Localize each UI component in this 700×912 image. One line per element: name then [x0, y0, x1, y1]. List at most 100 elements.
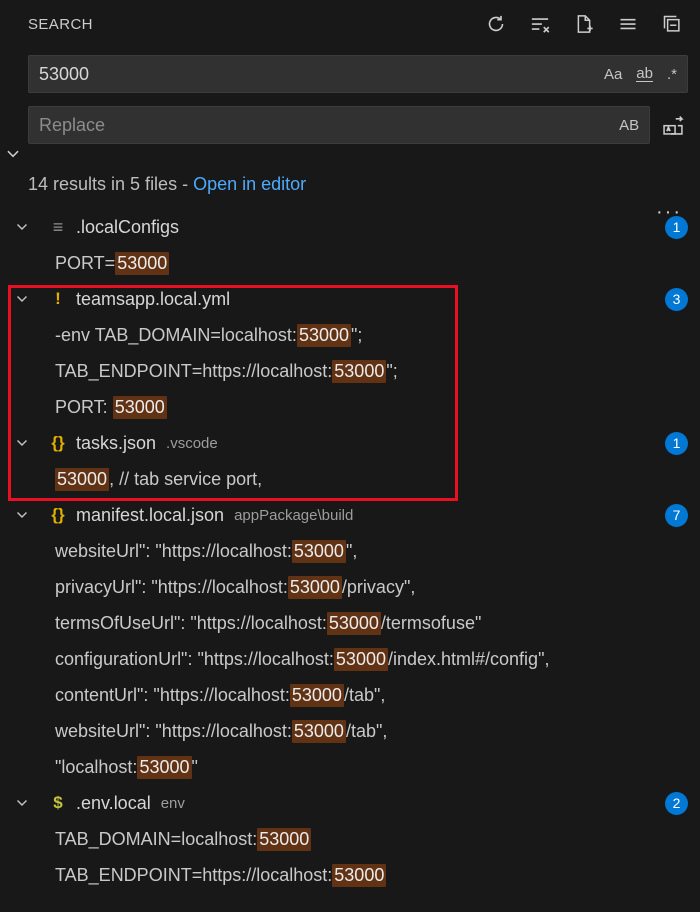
- search-match-row[interactable]: websiteUrl": "https://localhost: 53000/ta…: [0, 713, 700, 749]
- match-after: /termsofuse": [380, 612, 482, 633]
- file-path: appPackage\build: [234, 506, 354, 524]
- search-match-row[interactable]: websiteUrl": "https://localhost: 53000 ",: [0, 533, 700, 569]
- panel-header: SEARCH: [0, 0, 700, 40]
- match-after: , // tab service port,: [109, 468, 263, 489]
- search-match-row[interactable]: contentUrl": "https://localhost: 53000/ta…: [0, 677, 700, 713]
- refresh-icon[interactable]: [484, 12, 508, 36]
- match-highlight: 53000: [289, 683, 344, 707]
- match-before: TAB_DOMAIN=localhost:: [55, 828, 258, 849]
- search-match-row[interactable]: "localhost: 53000 ": [0, 749, 700, 785]
- match-after: /tab",: [345, 720, 388, 741]
- chevron-down-icon[interactable]: [12, 793, 32, 813]
- more-actions-icon[interactable]: ···: [656, 201, 682, 224]
- match-after: ": [191, 756, 198, 777]
- open-new-search-editor-icon[interactable]: [572, 12, 596, 36]
- match-before: TAB_ENDPOINT=https://localhost:: [55, 360, 333, 381]
- replace-row: AB: [28, 93, 688, 144]
- match-before: PORT:: [55, 396, 113, 417]
- search-match-row[interactable]: TAB_ENDPOINT=https://localhost: 53000 ";: [0, 353, 700, 389]
- collapse-all-icon[interactable]: [660, 12, 684, 36]
- search-match-row[interactable]: PORT: 53000: [0, 389, 700, 425]
- file-path: .vscode: [166, 434, 218, 452]
- match-highlight: 53000: [291, 719, 346, 743]
- file-row-tasks-json[interactable]: {} tasks.json .vscode 1: [0, 425, 700, 461]
- match-count-badge: 3: [665, 287, 688, 311]
- match-after: /tab",: [343, 684, 386, 705]
- match-count-badge: 1: [665, 431, 688, 455]
- json-file-icon: {}: [51, 505, 65, 524]
- chevron-down-icon[interactable]: [12, 217, 32, 237]
- file-name: teamsapp.local.yml: [76, 288, 231, 309]
- search-area: Aa ab .* AB ···: [0, 55, 700, 223]
- search-input-box: Aa ab .*: [28, 55, 688, 93]
- json-file-icon: {}: [51, 433, 65, 452]
- config-file-icon: ≡: [52, 216, 64, 237]
- search-match-row[interactable]: privacyUrl": "https://localhost: 53000/pr…: [0, 569, 700, 605]
- match-case-icon[interactable]: Aa: [604, 66, 622, 83]
- match-before: "localhost:: [55, 756, 138, 777]
- match-highlight: 53000: [137, 755, 192, 779]
- search-match-row[interactable]: PORT= 53000: [0, 245, 700, 281]
- search-match-row[interactable]: TAB_DOMAIN=localhost: 53000: [0, 821, 700, 857]
- match-before: TAB_ENDPOINT=https://localhost:: [55, 864, 333, 885]
- results-summary-text: 14 results in 5 files -: [28, 174, 194, 194]
- file-name: .env.local: [76, 792, 151, 813]
- match-highlight: 53000: [332, 359, 387, 383]
- match-before: websiteUrl": "https://localhost:: [55, 720, 292, 741]
- match-highlight: 53000: [296, 323, 351, 347]
- match-highlight: 53000: [112, 395, 167, 419]
- results-tree: ≡ .localConfigs 1 PORT= 53000 ! teamsapp.…: [0, 209, 700, 893]
- clear-search-results-icon[interactable]: [528, 12, 552, 36]
- replace-input-box: AB: [28, 106, 651, 144]
- file-row-localconfigs[interactable]: ≡ .localConfigs 1: [0, 209, 700, 245]
- search-match-row[interactable]: configurationUrl": "https://localhost: 53…: [0, 641, 700, 677]
- replace-input[interactable]: [39, 114, 606, 136]
- chevron-down-icon[interactable]: [12, 505, 32, 525]
- match-before: -env TAB_DOMAIN=localhost:: [55, 324, 297, 345]
- search-match-row[interactable]: -env TAB_DOMAIN=localhost: 53000 ";: [0, 317, 700, 353]
- search-match-row[interactable]: TAB_ENDPOINT=https://localhost: 53000: [0, 857, 700, 893]
- match-highlight: 53000: [257, 827, 312, 851]
- match-count-badge: 7: [665, 503, 688, 527]
- match-after: ";: [351, 324, 363, 345]
- match-after: ",: [345, 540, 358, 561]
- search-panel: SEARCH 53000 Aa ab .* Replace AB ··· 14 …: [0, 0, 700, 912]
- file-row-manifest-local-json[interactable]: {} manifest.local.json appPackage\build …: [0, 497, 700, 533]
- match-count-badge: 2: [665, 791, 688, 815]
- match-highlight: 53000: [291, 539, 346, 563]
- regex-icon[interactable]: .*: [667, 66, 677, 83]
- match-highlight: 53000: [287, 575, 342, 599]
- chevron-down-icon[interactable]: [12, 289, 32, 309]
- match-before: contentUrl": "https://localhost:: [55, 684, 290, 705]
- match-after: /privacy",: [341, 576, 416, 597]
- search-match-row[interactable]: 53000, // tab service port,: [0, 461, 700, 497]
- file-name: tasks.json: [76, 432, 157, 453]
- toggle-replace-chevron-down-icon[interactable]: [2, 143, 24, 165]
- preserve-case-icon[interactable]: AB: [619, 117, 639, 134]
- file-row-teamsapp-local-yml[interactable]: ! teamsapp.local.yml 3: [0, 281, 700, 317]
- replace-all-icon[interactable]: [658, 110, 688, 140]
- whole-word-icon[interactable]: ab: [636, 66, 653, 82]
- match-before: configurationUrl": "https://localhost:: [55, 648, 334, 669]
- chevron-down-icon[interactable]: [12, 433, 32, 453]
- match-before: termsOfUseUrl": "https://localhost:: [55, 612, 327, 633]
- match-before: websiteUrl": "https://localhost:: [55, 540, 292, 561]
- file-row-env-local[interactable]: $ .env.local env 2: [0, 785, 700, 821]
- file-path: env: [160, 794, 185, 812]
- match-highlight: 53000: [55, 467, 110, 491]
- search-input[interactable]: [39, 63, 590, 85]
- match-highlight: 53000: [332, 863, 387, 887]
- yaml-file-icon: !: [55, 289, 61, 308]
- match-before: privacyUrl": "https://localhost:: [55, 576, 288, 597]
- match-after: /index.html#/config",: [387, 648, 550, 669]
- panel-title: SEARCH: [28, 15, 93, 33]
- match-after: ";: [386, 360, 398, 381]
- match-highlight: 53000: [115, 251, 170, 275]
- search-match-row[interactable]: termsOfUseUrl": "https://localhost: 53000…: [0, 605, 700, 641]
- view-as-list-icon[interactable]: [616, 12, 640, 36]
- env-file-icon: $: [53, 793, 63, 812]
- file-name: manifest.local.json: [76, 504, 225, 525]
- match-highlight: 53000: [333, 647, 388, 671]
- file-name: .localConfigs: [76, 216, 180, 237]
- open-in-editor-link[interactable]: Open in editor: [193, 174, 306, 194]
